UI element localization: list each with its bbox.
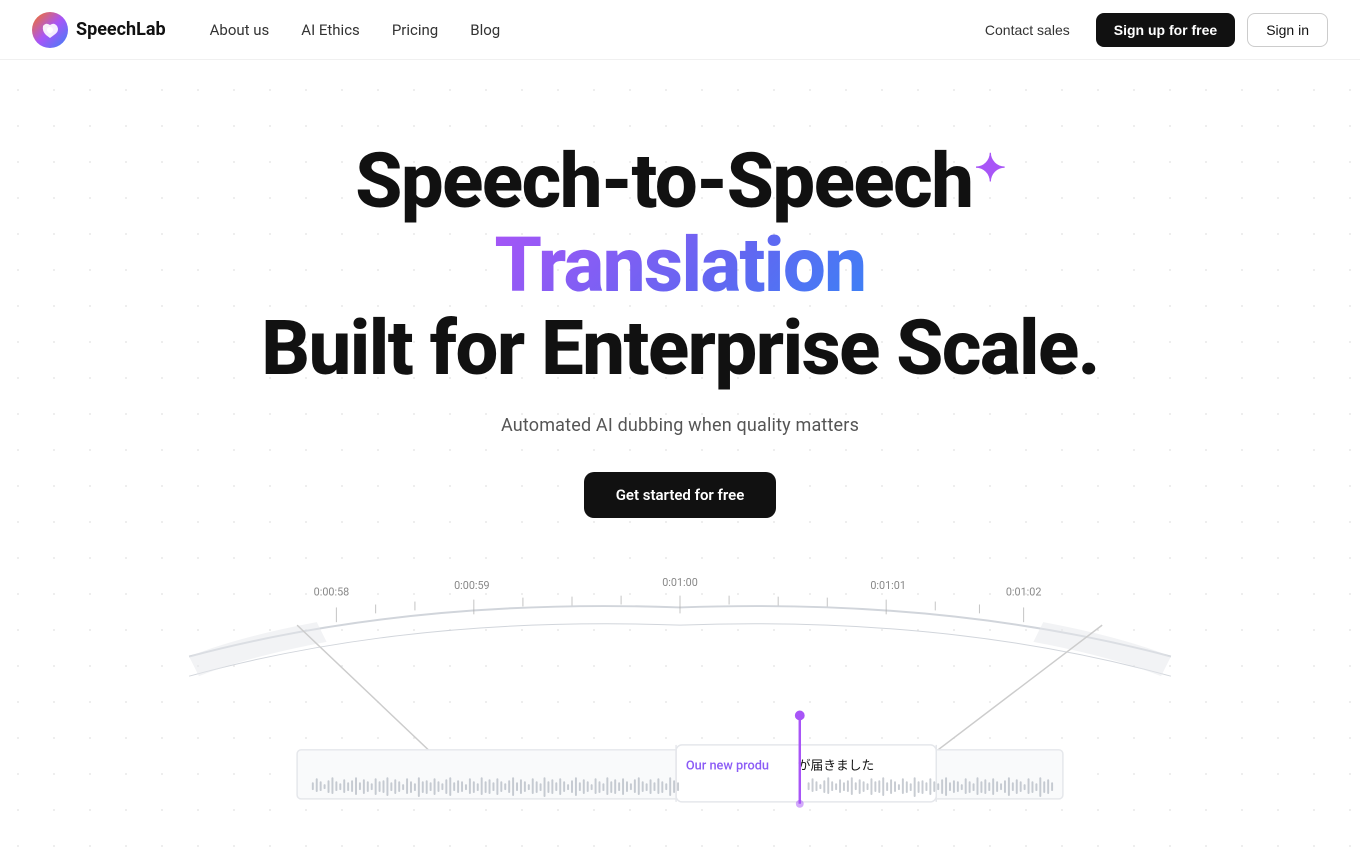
cta-button[interactable]: Get started for free (584, 472, 777, 518)
hero-title-line2: Built for Enterprise Scale. (250, 307, 1110, 391)
nav-link-pricing[interactable]: Pricing (380, 15, 450, 45)
ts-label-1: 0:00:59 (454, 579, 490, 592)
hero-title: Speech-to-Speech✦Translation Built for E… (250, 140, 1110, 391)
nav-left: SpeechLab About us AI Ethics Pricing Blo… (32, 12, 512, 48)
logo-text: SpeechLab (76, 19, 166, 40)
signin-button[interactable]: Sign in (1247, 13, 1328, 47)
plus-icon: ✦ (974, 149, 1004, 191)
hero-subtitle: Automated AI dubbing when quality matter… (250, 415, 1110, 436)
caption-translation: が届きました (798, 758, 875, 773)
ts-label-3: 0:01:01 (870, 579, 906, 592)
nav-right: Contact sales Sign up for free Sign in (971, 13, 1328, 47)
hero-section: Speech-to-Speech✦ Translation Built for E… (0, 0, 1360, 859)
hero-title-text1: Speech-to-Speech (355, 136, 972, 226)
ts-label-0: 0:00:58 (314, 585, 350, 598)
nav-link-about[interactable]: About us (198, 15, 282, 45)
ts-label-2: 0:01:00 (662, 576, 698, 589)
hero-title-line1: Speech-to-Speech✦Translation (250, 140, 1110, 307)
timeline-illustration: 0:00:58 0:00:59 0:01:00 0:01:01 0:01:02 … (80, 578, 1280, 833)
signup-button[interactable]: Sign up for free (1096, 13, 1235, 47)
logo[interactable]: SpeechLab (32, 12, 166, 48)
hero-content: Speech-to-Speech✦Translation Built for E… (230, 140, 1130, 518)
nav-links: About us AI Ethics Pricing Blog (198, 15, 513, 45)
hero-title-translation: Translation (494, 220, 865, 310)
timeline-svg: 0:00:58 0:00:59 0:01:00 0:01:01 0:01:02 … (140, 578, 1220, 833)
nav-link-blog[interactable]: Blog (458, 15, 512, 45)
navbar: SpeechLab About us AI Ethics Pricing Blo… (0, 0, 1360, 60)
caption-original: Our new produ (686, 758, 769, 773)
logo-icon (32, 12, 68, 48)
nav-link-ai-ethics[interactable]: AI Ethics (289, 15, 372, 45)
ts-label-4: 0:01:02 (1006, 585, 1042, 598)
contact-sales-button[interactable]: Contact sales (971, 14, 1084, 46)
